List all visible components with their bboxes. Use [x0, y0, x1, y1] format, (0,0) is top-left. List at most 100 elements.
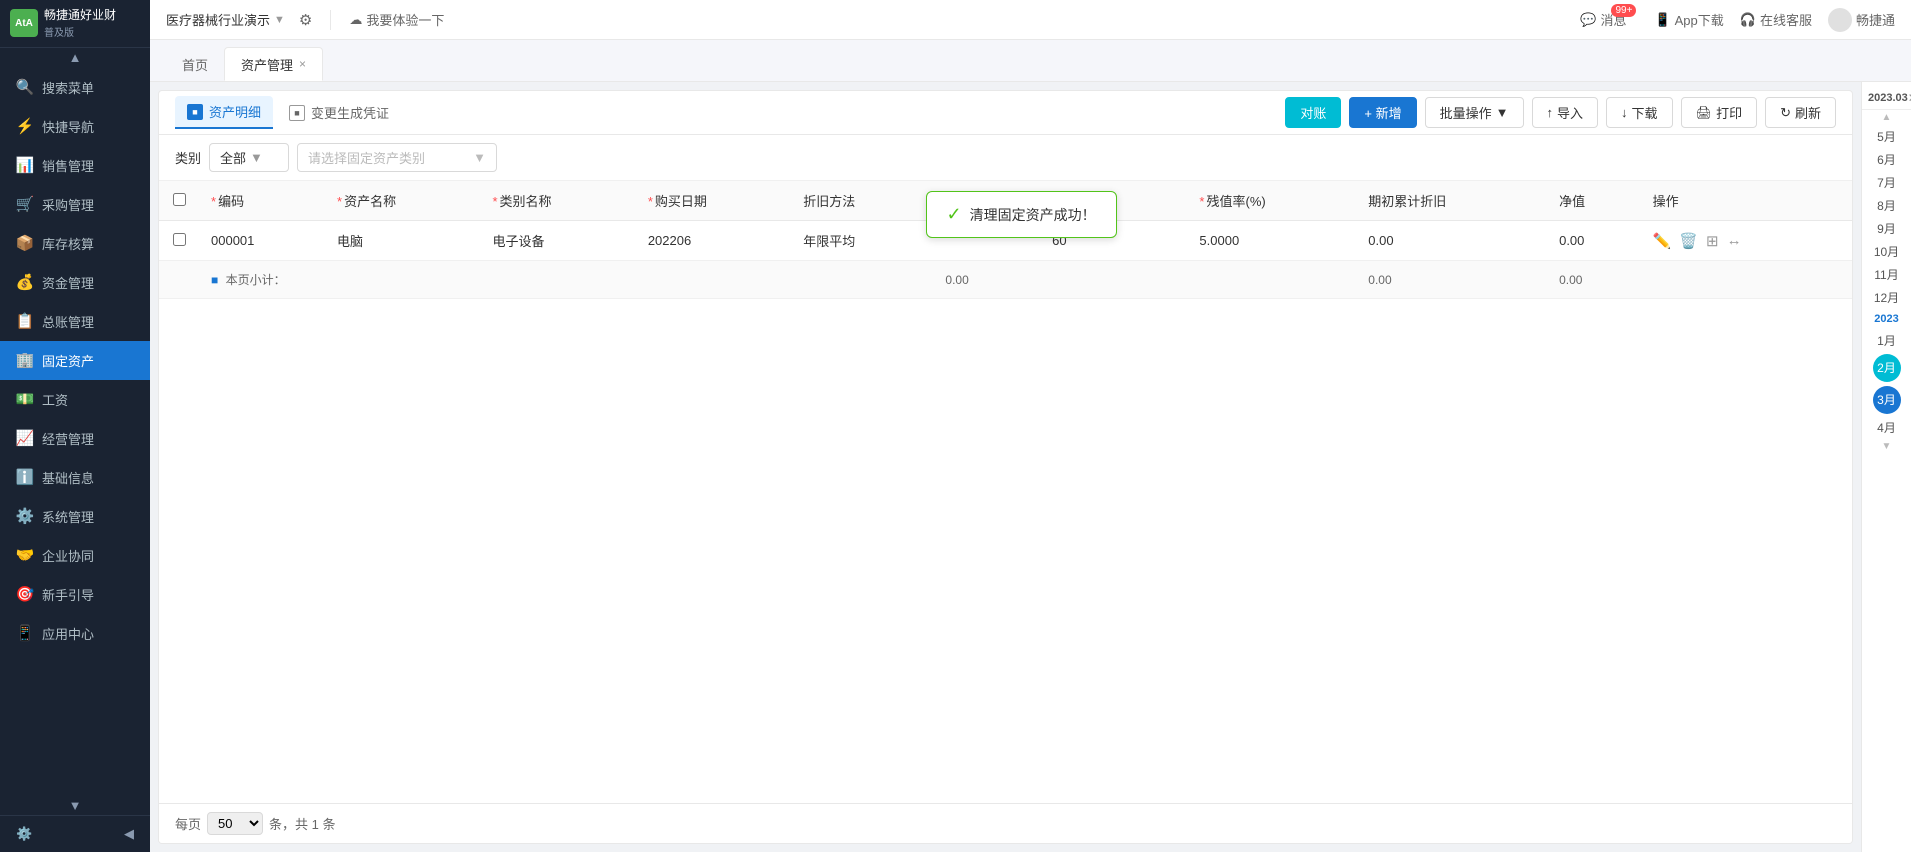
- service-label: 在线客服: [1760, 10, 1812, 29]
- category-type-select[interactable]: 全部 ▼: [209, 143, 289, 172]
- sidebar-item-purchase[interactable]: 🛒 采购管理: [0, 185, 150, 224]
- sidebar-item-app-center[interactable]: 📱 应用中心: [0, 614, 150, 653]
- total-label: 条，共 1 条: [269, 814, 335, 833]
- sidebar-item-operations[interactable]: 📈 经营管理: [0, 419, 150, 458]
- success-icon: ✓: [947, 204, 962, 225]
- calendar-year: 2023.03: [1868, 92, 1908, 104]
- cell-residual-rate: 5.0000: [1187, 221, 1356, 261]
- sidebar-logo: AtA 畅捷通好业财 普及版: [0, 0, 150, 48]
- sidebar-item-label: 固定资产: [42, 351, 94, 370]
- fund-icon: 💰: [16, 273, 34, 291]
- operations-icon: 📈: [16, 429, 34, 447]
- edit-icon[interactable]: ✏️: [1653, 232, 1672, 250]
- tab-home[interactable]: 首页: [166, 47, 224, 81]
- cal-month-8[interactable]: 8月: [1862, 194, 1911, 217]
- filter-row: 类别 全部 ▼ 请选择固定资产类别 ▼: [159, 135, 1852, 181]
- cal-month-6[interactable]: 6月: [1862, 148, 1911, 171]
- cell-initial-depr: 0.00: [1356, 221, 1547, 261]
- cal-month-1[interactable]: 1月: [1862, 329, 1911, 352]
- delete-icon[interactable]: 🗑️: [1679, 232, 1698, 250]
- row-checkbox-cell: [159, 221, 199, 261]
- cell-action: ✏️ 🗑️ ⊞ ↔: [1641, 221, 1852, 261]
- fixed-assets-icon: 🏢: [16, 351, 34, 369]
- company-dropdown-icon[interactable]: ▼: [274, 14, 285, 26]
- cal-month-5[interactable]: 5月: [1862, 125, 1911, 148]
- settings-icon: ⚙️: [16, 826, 32, 842]
- sidebar-item-fixed-assets[interactable]: 🏢 固定资产: [0, 341, 150, 380]
- th-action: 操作: [1641, 181, 1852, 221]
- cal-month-10[interactable]: 10月: [1862, 240, 1911, 263]
- sidebar-collapse-button[interactable]: ◀: [108, 816, 150, 852]
- service-button[interactable]: 🎧 在线客服: [1740, 10, 1812, 29]
- export-button[interactable]: ↑ 导入: [1532, 97, 1599, 128]
- app-center-icon: 📱: [16, 624, 34, 642]
- select-all-checkbox[interactable]: [173, 193, 186, 206]
- cal-month-11[interactable]: 11月: [1862, 263, 1911, 286]
- sidebar-item-fund[interactable]: 💰 资金管理: [0, 263, 150, 302]
- app-download-button[interactable]: 📱 App下载: [1654, 10, 1723, 29]
- sidebar-item-sales[interactable]: 📊 销售管理: [0, 146, 150, 185]
- category-filter-label: 类别: [175, 148, 201, 167]
- copy-icon[interactable]: ⊞: [1706, 232, 1719, 250]
- batch-label: 批量操作: [1440, 103, 1492, 122]
- sidebar-scroll-down[interactable]: ▼: [0, 795, 150, 815]
- cal-month-12[interactable]: 12月: [1862, 286, 1911, 309]
- sidebar-scroll-up[interactable]: ▲: [0, 48, 150, 68]
- category-input[interactable]: 请选择固定资产类别 ▼: [297, 143, 497, 172]
- sidebar-item-system[interactable]: ⚙️ 系统管理: [0, 497, 150, 536]
- cell-purchase-date: 202206: [636, 221, 791, 261]
- tab-asset-mgmt[interactable]: 资产管理 ×: [224, 47, 323, 81]
- calendar-down-arrow[interactable]: ▼: [1882, 439, 1892, 454]
- inventory-icon: 📦: [16, 234, 34, 252]
- row-checkbox[interactable]: [173, 233, 186, 246]
- refresh-button[interactable]: ↻ 刷新: [1765, 97, 1836, 128]
- subtab-change-voucher[interactable]: ■ 变更生成凭证: [277, 97, 401, 128]
- sidebar-item-label: 系统管理: [42, 507, 94, 526]
- batch-button[interactable]: 批量操作 ▼: [1425, 97, 1524, 128]
- th-name: *资产名称: [325, 181, 480, 221]
- sidebar-item-guide[interactable]: 🎯 新手引导: [0, 575, 150, 614]
- sidebar-nav: 🔍 搜索菜单 ⚡ 快捷导航 📊 销售管理 🛒 采购管理 📦 库存核算 💰 资金管…: [0, 68, 150, 795]
- sidebar-item-wages[interactable]: 💵 工资: [0, 380, 150, 419]
- batch-arrow-icon: ▼: [1496, 105, 1509, 120]
- more-icon[interactable]: ↔: [1727, 232, 1742, 249]
- cal-month-9[interactable]: 9月: [1862, 217, 1911, 240]
- sidebar-item-ledger[interactable]: 📋 总账管理: [0, 302, 150, 341]
- table-footer: 每页 50 100 条，共 1 条: [159, 803, 1852, 843]
- subtotal-empty3: [1187, 261, 1356, 299]
- change-voucher-icon: ■: [289, 105, 305, 121]
- subtab-asset-detail[interactable]: ■ 资产明细: [175, 96, 273, 129]
- topbar-gear-icon[interactable]: ⚙: [299, 11, 312, 29]
- per-page-select[interactable]: 50 100: [207, 812, 263, 835]
- guide-icon: 🎯: [16, 585, 34, 603]
- reconcile-button[interactable]: 对账: [1285, 97, 1341, 128]
- cal-month-7[interactable]: 7月: [1862, 171, 1911, 194]
- cal-month-3[interactable]: 3月: [1873, 386, 1901, 414]
- print-icon: 🖨: [1696, 105, 1713, 121]
- tab-close-icon[interactable]: ×: [299, 57, 306, 71]
- sidebar-item-inventory[interactable]: 📦 库存核算: [0, 224, 150, 263]
- print-button[interactable]: 🖨 打印: [1681, 97, 1758, 128]
- new-button[interactable]: + 新增: [1349, 97, 1416, 128]
- download-icon: ↓: [1621, 105, 1628, 120]
- message-button[interactable]: 💬 消息 99+: [1580, 10, 1626, 29]
- sidebar-settings-button[interactable]: ⚙️: [0, 816, 48, 852]
- subtotal-empty2: [1040, 261, 1187, 299]
- sidebar-item-quick-nav[interactable]: ⚡ 快捷导航: [0, 107, 150, 146]
- cell-category: 电子设备: [480, 221, 635, 261]
- cal-month-2[interactable]: 2月: [1873, 354, 1901, 382]
- asset-detail-icon: ■: [187, 104, 203, 120]
- calendar-up-arrow[interactable]: ▲: [1882, 110, 1892, 125]
- user-button[interactable]: 畅捷通: [1828, 8, 1895, 32]
- refresh-icon: ↻: [1780, 105, 1791, 121]
- sidebar-item-search[interactable]: 🔍 搜索菜单: [0, 68, 150, 107]
- sidebar-item-label: 新手引导: [42, 585, 94, 604]
- cal-month-4[interactable]: 4月: [1862, 416, 1911, 439]
- cell-name: 电脑: [325, 221, 480, 261]
- user-avatar: [1828, 8, 1852, 32]
- experience-button[interactable]: ☁ 我要体验一下: [349, 10, 444, 29]
- sidebar-item-enterprise[interactable]: 🤝 企业协同: [0, 536, 150, 575]
- sidebar-item-basic-info[interactable]: ℹ️ 基础信息: [0, 458, 150, 497]
- th-initial-depr: 期初累计折旧: [1356, 181, 1547, 221]
- download-button[interactable]: ↓ 下载: [1606, 97, 1673, 128]
